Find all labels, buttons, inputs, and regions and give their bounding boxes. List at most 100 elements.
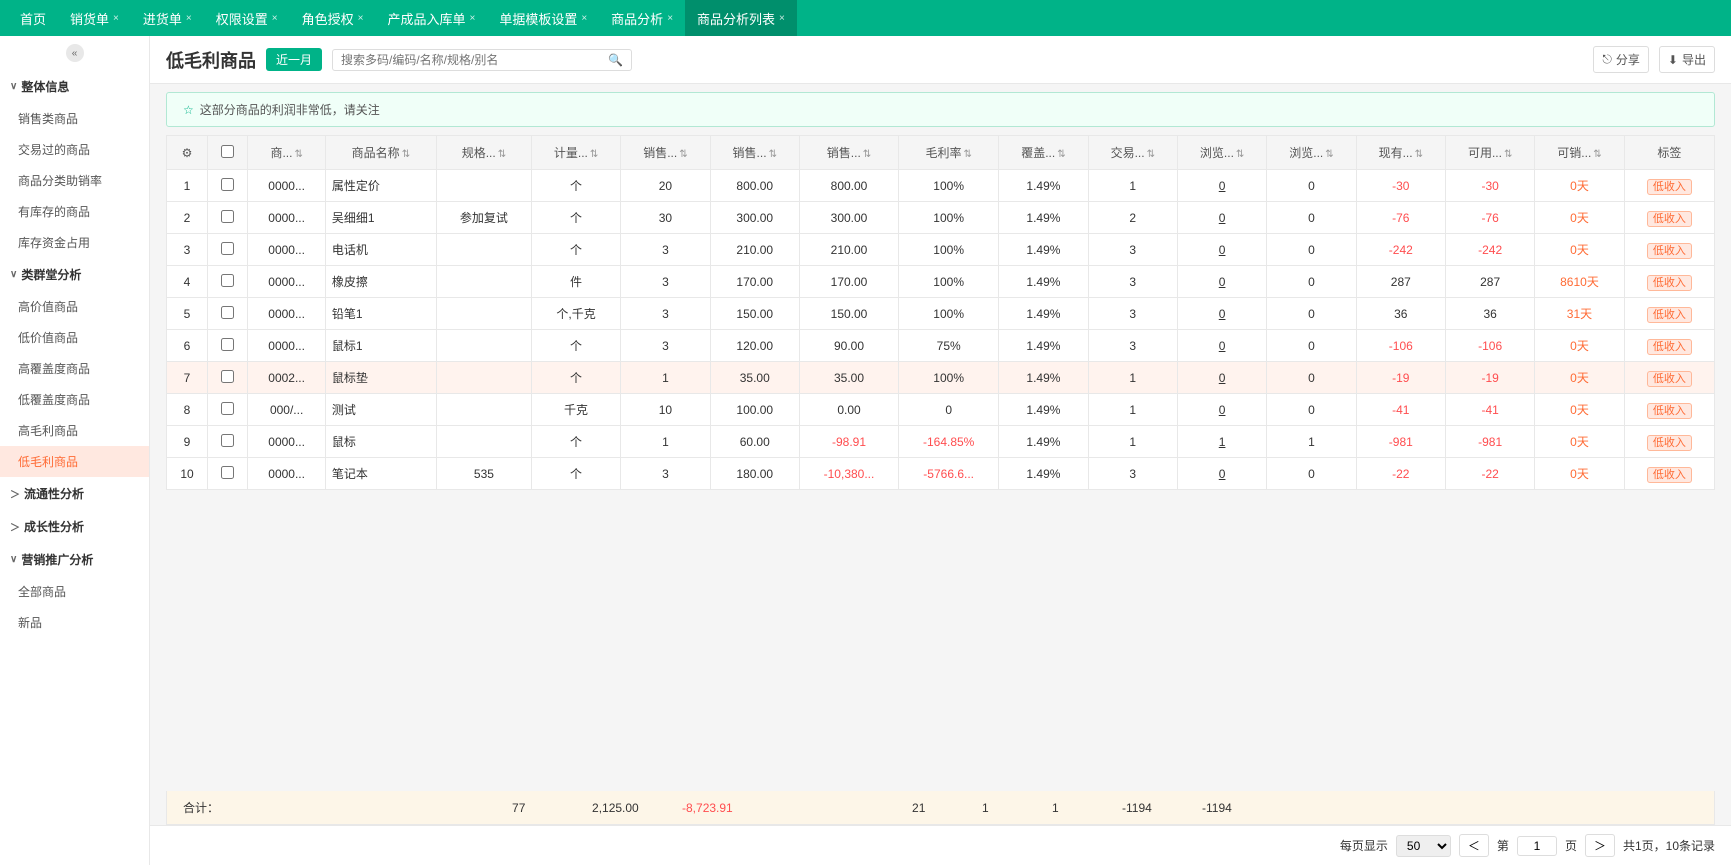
sidebar-item-stock-goods[interactable]: 有库存的商品 bbox=[0, 196, 149, 227]
nav-inventory[interactable]: 产成品入库单 × bbox=[375, 0, 487, 36]
page-input[interactable] bbox=[1517, 836, 1557, 856]
row-checkbox[interactable] bbox=[208, 266, 248, 298]
sidebar-item-stock-capital[interactable]: 库存资金占用 bbox=[0, 227, 149, 258]
nav-permissions[interactable]: 权限设置 × bbox=[204, 0, 290, 36]
col-sale-profit[interactable]: 销售...⇅ bbox=[799, 136, 898, 170]
close-icon[interactable]: × bbox=[272, 13, 278, 24]
sidebar-item-high-margin[interactable]: 高毛利商品 bbox=[0, 415, 149, 446]
row-checkbox[interactable] bbox=[208, 170, 248, 202]
sidebar-group-overall-title[interactable]: ∨ 整体信息 bbox=[0, 70, 149, 103]
row-browse1[interactable]: 0 bbox=[1177, 234, 1266, 266]
row-unit: 件 bbox=[531, 266, 620, 298]
nav-analysis-list[interactable]: 商品分析列表 × bbox=[685, 0, 797, 36]
close-icon[interactable]: × bbox=[113, 13, 119, 24]
col-settings[interactable]: ⚙ bbox=[167, 136, 208, 170]
row-browse1[interactable]: 0 bbox=[1177, 202, 1266, 234]
row-browse1[interactable]: 0 bbox=[1177, 170, 1266, 202]
row-browse1[interactable]: 0 bbox=[1177, 394, 1266, 426]
col-name[interactable]: 商品名称⇅ bbox=[325, 136, 436, 170]
close-icon[interactable]: × bbox=[667, 13, 673, 24]
sidebar-item-low-value[interactable]: 低价值商品 bbox=[0, 322, 149, 353]
search-icon[interactable]: 🔍 bbox=[608, 53, 623, 67]
search-box[interactable]: 🔍 bbox=[332, 49, 632, 71]
row-browse1[interactable]: 1 bbox=[1177, 426, 1266, 458]
sidebar-group-overall: ∨ 整体信息 销售类商品 交易过的商品 商品分类助销率 有库存的商品 库存资金占… bbox=[0, 70, 149, 258]
row-checkbox[interactable] bbox=[208, 394, 248, 426]
sidebar-item-high-value[interactable]: 高价值商品 bbox=[0, 291, 149, 322]
sidebar-collapse-btn[interactable]: « bbox=[66, 44, 84, 62]
nav-sales[interactable]: 销货单 × bbox=[58, 0, 131, 36]
row-checkbox[interactable] bbox=[208, 330, 248, 362]
col-unit[interactable]: 计量...⇅ bbox=[531, 136, 620, 170]
row-browse1[interactable]: 0 bbox=[1177, 458, 1266, 490]
row-browse1[interactable]: 0 bbox=[1177, 330, 1266, 362]
row-browse1[interactable]: 0 bbox=[1177, 266, 1266, 298]
nav-analysis[interactable]: 商品分析 × bbox=[599, 0, 685, 36]
nav-template[interactable]: 单据模板设置 × bbox=[487, 0, 599, 36]
close-icon[interactable]: × bbox=[779, 13, 785, 24]
col-current-stock[interactable]: 现有...⇅ bbox=[1356, 136, 1445, 170]
row-select-checkbox[interactable] bbox=[221, 242, 234, 255]
row-select-checkbox[interactable] bbox=[221, 210, 234, 223]
row-select-checkbox[interactable] bbox=[221, 434, 234, 447]
export-button[interactable]: ⬇ 导出 bbox=[1659, 46, 1715, 73]
row-select-checkbox[interactable] bbox=[221, 178, 234, 191]
sidebar-item-new-goods[interactable]: 新品 bbox=[0, 607, 149, 638]
sidebar-group-cluster-title[interactable]: ∨ 类群堂分析 bbox=[0, 258, 149, 291]
close-icon[interactable]: × bbox=[358, 13, 364, 24]
row-checkbox[interactable] bbox=[208, 362, 248, 394]
row-checkbox[interactable] bbox=[208, 426, 248, 458]
table-container[interactable]: ⚙ 商...⇅ 商品名称⇅ 规格...⇅ 计量...⇅ 销售...⇅ 销售...… bbox=[150, 135, 1731, 791]
sidebar-group-circulation-title[interactable]: ＞ 流通性分析 bbox=[0, 477, 149, 510]
row-select-checkbox[interactable] bbox=[221, 370, 234, 383]
col-sale-count[interactable]: 销售...⇅ bbox=[621, 136, 710, 170]
close-icon[interactable]: × bbox=[469, 13, 475, 24]
col-sale-amount[interactable]: 销售...⇅ bbox=[710, 136, 799, 170]
row-select-checkbox[interactable] bbox=[221, 338, 234, 351]
col-checkbox[interactable] bbox=[208, 136, 248, 170]
row-browse1[interactable]: 0 bbox=[1177, 362, 1266, 394]
col-code[interactable]: 商...⇅ bbox=[248, 136, 325, 170]
sidebar-group-growth-title[interactable]: ＞ 成长性分析 bbox=[0, 510, 149, 543]
col-coverage[interactable]: 覆盖...⇅ bbox=[999, 136, 1088, 170]
col-trade-count[interactable]: 交易...⇅ bbox=[1088, 136, 1177, 170]
nav-purchase[interactable]: 进货单 × bbox=[131, 0, 204, 36]
row-select-checkbox[interactable] bbox=[221, 402, 234, 415]
col-tag[interactable]: 标签 bbox=[1624, 136, 1714, 170]
row-browse1[interactable]: 0 bbox=[1177, 298, 1266, 330]
sidebar-item-low-coverage[interactable]: 低覆盖度商品 bbox=[0, 384, 149, 415]
col-available[interactable]: 可用...⇅ bbox=[1445, 136, 1534, 170]
row-available: -41 bbox=[1445, 394, 1534, 426]
prev-page-button[interactable]: ＜ bbox=[1459, 834, 1489, 857]
row-select-checkbox[interactable] bbox=[221, 466, 234, 479]
date-filter-button[interactable]: 近一月 bbox=[266, 48, 322, 71]
select-all-checkbox[interactable] bbox=[221, 145, 234, 158]
row-checkbox[interactable] bbox=[208, 202, 248, 234]
sidebar-item-all-goods[interactable]: 全部商品 bbox=[0, 576, 149, 607]
search-input[interactable] bbox=[341, 53, 608, 67]
page-size-select[interactable]: 50 100 200 bbox=[1396, 835, 1451, 857]
col-browse2[interactable]: 浏览...⇅ bbox=[1267, 136, 1356, 170]
sidebar-item-low-margin[interactable]: 低毛利商品 bbox=[0, 446, 149, 477]
row-select-checkbox[interactable] bbox=[221, 306, 234, 319]
nav-home[interactable]: 首页 bbox=[8, 0, 58, 36]
col-browse1[interactable]: 浏览...⇅ bbox=[1177, 136, 1266, 170]
row-checkbox[interactable] bbox=[208, 298, 248, 330]
col-gross-margin[interactable]: 毛利率⇅ bbox=[899, 136, 999, 170]
close-icon[interactable]: × bbox=[581, 13, 587, 24]
close-icon[interactable]: × bbox=[186, 13, 192, 24]
sidebar-item-high-coverage[interactable]: 高覆盖度商品 bbox=[0, 353, 149, 384]
row-checkbox[interactable] bbox=[208, 234, 248, 266]
sidebar-item-sales-goods[interactable]: 销售类商品 bbox=[0, 103, 149, 134]
sidebar-item-category-sales[interactable]: 商品分类助销率 bbox=[0, 165, 149, 196]
sidebar-item-traded-goods[interactable]: 交易过的商品 bbox=[0, 134, 149, 165]
row-select-checkbox[interactable] bbox=[221, 274, 234, 287]
row-checkbox[interactable] bbox=[208, 458, 248, 490]
next-page-button[interactable]: ＞ bbox=[1585, 834, 1615, 857]
row-coverage: 1.49% bbox=[999, 330, 1088, 362]
sidebar-group-marketing-title[interactable]: ∨ 营销推广分析 bbox=[0, 543, 149, 576]
nav-roles[interactable]: 角色授权 × bbox=[290, 0, 376, 36]
share-button[interactable]: ⎋ 分享 bbox=[1593, 46, 1649, 73]
col-sellable[interactable]: 可销...⇅ bbox=[1535, 136, 1624, 170]
col-spec[interactable]: 规格...⇅ bbox=[436, 136, 531, 170]
